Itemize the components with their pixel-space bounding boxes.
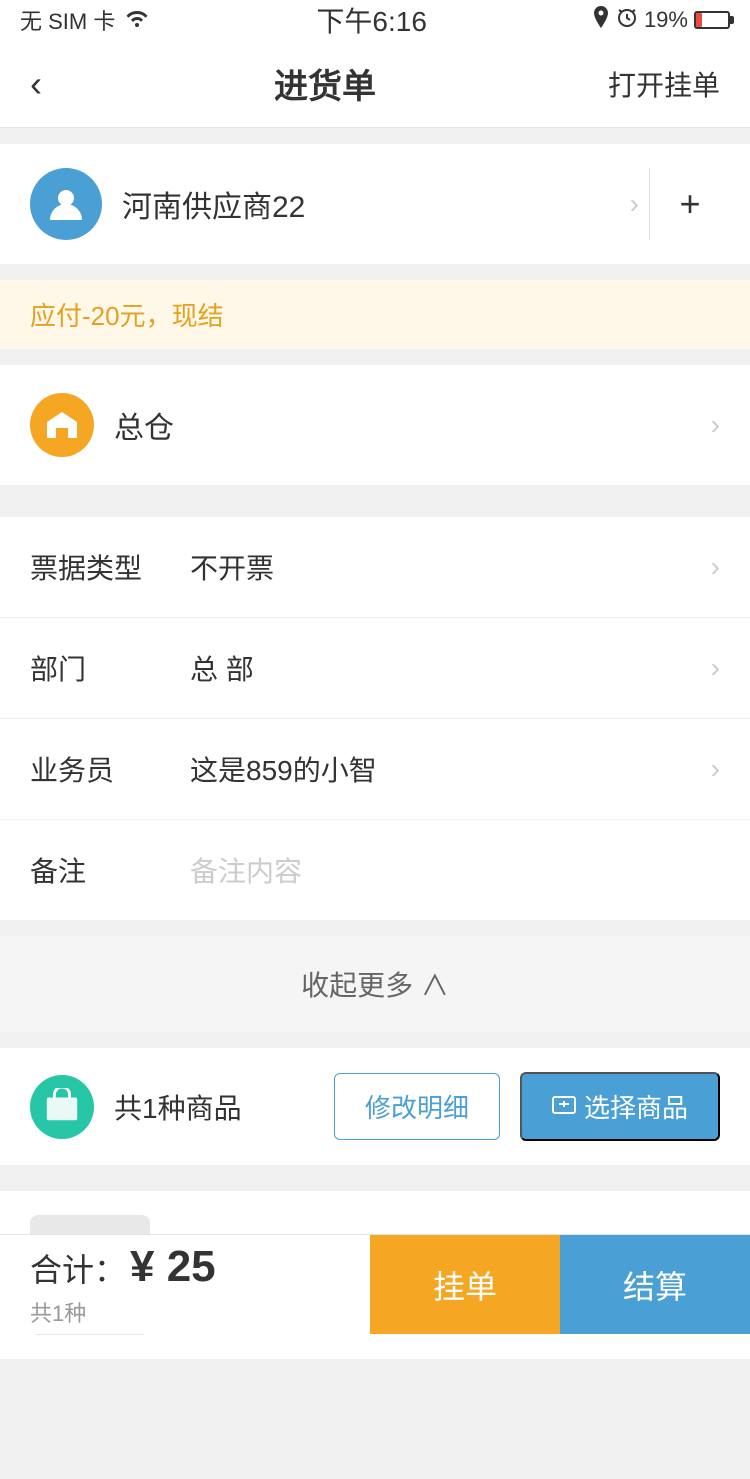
salesperson-row[interactable]: 业务员 这是859的小智 ›	[0, 718, 750, 819]
product-header-section: 共1种商品 修改明细 选择商品	[0, 1048, 750, 1165]
edit-detail-button[interactable]: 修改明细	[334, 1073, 500, 1140]
remark-row[interactable]: 备注 备注内容	[0, 819, 750, 920]
form-section: 票据类型 不开票 › 部门 总 部 › 业务员 这是859的小智 › 备注 备注…	[0, 517, 750, 920]
salesperson-chevron-icon: ›	[711, 753, 720, 785]
total-main: 合计： ¥ 25	[30, 1242, 370, 1292]
notice-banner: 应付-20元，现结	[0, 280, 750, 349]
product-header: 共1种商品 修改明细 选择商品	[0, 1048, 750, 1165]
select-product-icon	[552, 1091, 576, 1122]
divider	[649, 168, 650, 240]
supplier-name: 河南供应商22	[122, 182, 620, 226]
alarm-icon	[616, 6, 638, 34]
battery-icon	[694, 11, 730, 29]
supplier-chevron-icon: ›	[630, 188, 639, 220]
department-chevron-icon: ›	[711, 652, 720, 684]
bottom-bar: 合计： ¥ 25 共1种 挂单 结算	[0, 1234, 750, 1334]
status-bar-left: 无 SIM 卡	[20, 4, 151, 36]
status-bar-right: 19%	[592, 6, 730, 34]
status-bar: 无 SIM 卡 下午6:16 19%	[0, 0, 750, 40]
warehouse-chevron-icon: ›	[711, 409, 720, 441]
remark-label: 备注	[30, 850, 190, 890]
department-value: 总 部	[190, 648, 701, 688]
select-product-label: 选择商品	[584, 1088, 688, 1125]
invoice-type-value: 不开票	[190, 547, 701, 587]
bottom-total: 合计： ¥ 25 共1种	[0, 1235, 370, 1334]
supplier-row[interactable]: 河南供应商22 › +	[0, 144, 750, 264]
open-hang-button[interactable]: 打开挂单	[608, 64, 720, 104]
invoice-type-chevron-icon: ›	[711, 551, 720, 583]
collapse-button[interactable]: 收起更多 ∧	[0, 936, 750, 1032]
section-gap	[0, 128, 750, 144]
battery-label: 19%	[644, 7, 688, 33]
total-amount: ¥ 25	[130, 1242, 216, 1292]
salesperson-value: 这是859的小智	[190, 749, 701, 789]
section-gap-2	[0, 501, 750, 517]
section-gap-3	[0, 1181, 750, 1189]
warehouse-section: 总仓 ›	[0, 365, 750, 485]
product-count: 共1种商品	[114, 1087, 314, 1127]
wifi-icon	[123, 7, 151, 33]
nav-bar: ‹ 进货单 打开挂单	[0, 40, 750, 128]
status-bar-time: 下午6:16	[316, 0, 427, 40]
total-sub: 共1种	[30, 1296, 370, 1328]
hang-button[interactable]: 挂单	[370, 1235, 560, 1334]
department-label: 部门	[30, 648, 190, 688]
back-button[interactable]: ‹	[30, 63, 42, 105]
select-product-button[interactable]: 选择商品	[520, 1072, 720, 1141]
bottom-spacer	[0, 1359, 750, 1479]
supplier-avatar	[30, 168, 102, 240]
invoice-type-label: 票据类型	[30, 547, 190, 587]
salesperson-label: 业务员	[30, 749, 190, 789]
invoice-type-row[interactable]: 票据类型 不开票 ›	[0, 517, 750, 617]
notice-text: 应付-20元，现结	[30, 301, 224, 331]
warehouse-icon	[30, 393, 94, 457]
department-row[interactable]: 部门 总 部 ›	[0, 617, 750, 718]
add-supplier-button[interactable]: +	[660, 183, 720, 225]
page-title: 进货单	[274, 59, 376, 108]
product-icon	[30, 1075, 94, 1139]
checkout-button[interactable]: 结算	[560, 1235, 750, 1334]
warehouse-name: 总仓	[114, 403, 701, 447]
total-label: 合计：	[30, 1245, 126, 1291]
location-icon	[592, 6, 610, 34]
warehouse-row[interactable]: 总仓 ›	[0, 365, 750, 485]
carrier-label: 无 SIM 卡	[20, 4, 115, 36]
remark-placeholder[interactable]: 备注内容	[190, 850, 720, 890]
supplier-section: 河南供应商22 › +	[0, 144, 750, 264]
